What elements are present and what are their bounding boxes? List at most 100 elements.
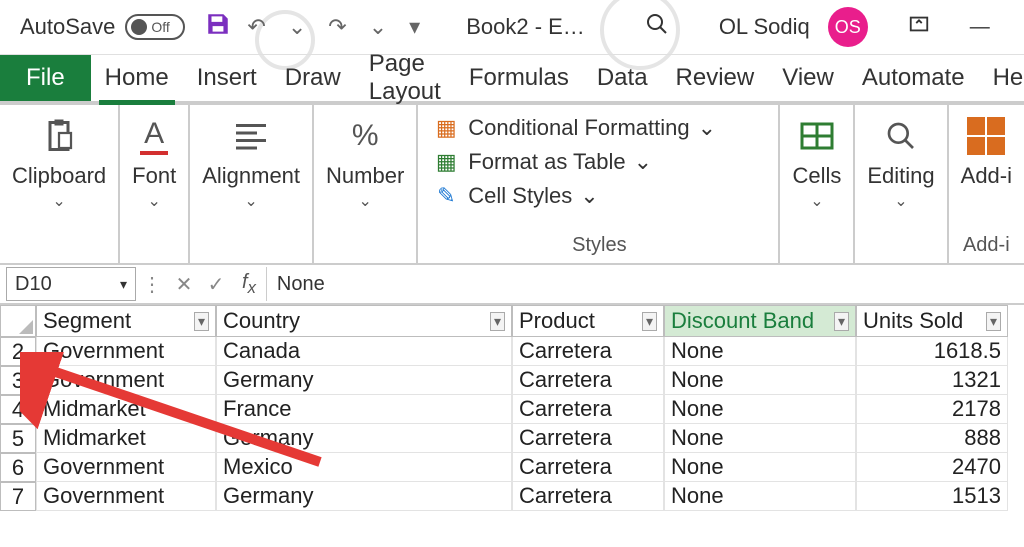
cell-styles-button[interactable]: ✎ Cell Styles ⌄ [432, 183, 598, 209]
font-icon: A [140, 115, 168, 157]
cell[interactable]: Carretera [512, 337, 664, 366]
cell[interactable]: Carretera [512, 395, 664, 424]
cell[interactable]: 2178 [856, 395, 1008, 424]
chevron-down-icon: ⌄ [358, 191, 371, 211]
search-icon[interactable] [645, 12, 669, 43]
cell[interactable]: Midmarket [36, 424, 216, 453]
save-icon[interactable] [205, 11, 231, 44]
group-number[interactable]: % Number ⌄ [314, 105, 418, 263]
tab-home[interactable]: Home [91, 55, 183, 101]
cell[interactable]: 888 [856, 424, 1008, 453]
number-icon: % [352, 115, 379, 157]
cell[interactable]: Carretera [512, 366, 664, 395]
row-header[interactable]: 7 [0, 482, 36, 511]
col-header-segment[interactable]: Segment▾ [36, 305, 216, 337]
hdr-label: Units Sold [863, 308, 963, 334]
ribbon-display-icon[interactable] [908, 13, 930, 41]
tab-formulas[interactable]: Formulas [455, 55, 583, 101]
row-header[interactable]: 6 [0, 453, 36, 482]
select-all-button[interactable] [0, 305, 36, 337]
cell[interactable]: None [664, 366, 856, 395]
more-icon[interactable]: ⋮ [136, 272, 168, 297]
tab-help[interactable]: Help [979, 55, 1024, 101]
cell[interactable]: 1321 [856, 366, 1008, 395]
col-header-units-sold[interactable]: Units Sold ▾ [856, 305, 1008, 337]
autosave-label: AutoSave Off [20, 14, 185, 40]
group-clipboard[interactable]: Clipboard ⌄ [0, 105, 120, 263]
filter-icon[interactable]: ▾ [194, 312, 209, 331]
undo-icon[interactable]: ↶ [247, 14, 265, 40]
minimize-icon[interactable]: — [970, 16, 990, 39]
group-font[interactable]: A Font ⌄ [120, 105, 190, 263]
tab-insert[interactable]: Insert [183, 55, 271, 101]
filter-icon[interactable]: ▾ [986, 312, 1001, 331]
cell[interactable]: France [216, 395, 512, 424]
tab-draw[interactable]: Draw [271, 55, 355, 101]
col-header-country[interactable]: Country▾ [216, 305, 512, 337]
cell[interactable]: Carretera [512, 424, 664, 453]
cell[interactable]: Government [36, 453, 216, 482]
qat-more-icon[interactable]: ▾ [409, 14, 420, 40]
cell[interactable]: Midmarket [36, 395, 216, 424]
user-name[interactable]: OL Sodiq [719, 14, 810, 40]
row-header[interactable]: 2 [0, 337, 36, 366]
tab-file[interactable]: File [0, 55, 91, 101]
cell[interactable]: Government [36, 366, 216, 395]
redo-dropdown-icon[interactable]: ⌄ [369, 14, 387, 40]
fx-icon[interactable]: fx [232, 271, 266, 298]
tab-view[interactable]: View [768, 55, 848, 101]
col-header-discount-band[interactable]: Discount Band▾ [664, 305, 856, 337]
number-label: Number [326, 163, 404, 189]
cell[interactable]: Germany [216, 366, 512, 395]
cell[interactable]: None [664, 453, 856, 482]
cell[interactable]: None [664, 395, 856, 424]
group-cells[interactable]: Cells ⌄ [780, 105, 855, 263]
cell[interactable]: Government [36, 482, 216, 511]
redo-icon[interactable]: ↷ [328, 14, 346, 40]
cell[interactable]: 1618.5 [856, 337, 1008, 366]
ribbon: Clipboard ⌄ A Font ⌄ Alignment ⌄ % Numbe… [0, 105, 1024, 265]
row-header[interactable]: 5 [0, 424, 36, 453]
tab-review[interactable]: Review [662, 55, 769, 101]
conditional-formatting-button[interactable]: ▦ Conditional Formatting ⌄ [432, 115, 716, 141]
row-header[interactable]: 3 [0, 366, 36, 395]
tab-page-layout[interactable]: Page Layout [355, 55, 455, 101]
namebox-value: D10 [15, 273, 52, 296]
filter-icon[interactable]: ▾ [490, 312, 505, 331]
cell[interactable]: Germany [216, 482, 512, 511]
row-header[interactable]: 4 [0, 395, 36, 424]
cf-label: Conditional Formatting [468, 115, 689, 141]
cell[interactable]: 1513 [856, 482, 1008, 511]
group-addins[interactable]: Add-i Add-i [949, 105, 1024, 263]
autosave-toggle[interactable]: Off [125, 14, 185, 40]
filter-icon[interactable]: ▾ [642, 312, 657, 331]
col-header-product[interactable]: Product▾ [512, 305, 664, 337]
cancel-icon[interactable]: ✕ [168, 272, 200, 297]
fat-label: Format as Table [468, 149, 625, 175]
cell[interactable]: Germany [216, 424, 512, 453]
undo-dropdown-icon[interactable]: ⌄ [288, 14, 306, 40]
cell[interactable]: None [664, 482, 856, 511]
group-editing[interactable]: Editing ⌄ [855, 105, 948, 263]
group-alignment[interactable]: Alignment ⌄ [190, 105, 314, 263]
formula-input[interactable]: None [266, 267, 1024, 301]
toggle-knob [131, 19, 147, 35]
filter-icon[interactable]: ▾ [834, 312, 849, 331]
avatar[interactable]: OS [828, 7, 868, 47]
tab-automate[interactable]: Automate [848, 55, 979, 101]
cell[interactable]: Mexico [216, 453, 512, 482]
cell[interactable]: Government [36, 337, 216, 366]
toggle-off-text: Off [151, 19, 169, 35]
cell[interactable]: None [664, 337, 856, 366]
clipboard-icon [41, 115, 77, 157]
tab-data[interactable]: Data [583, 55, 662, 101]
name-box[interactable]: D10 ▾ [6, 267, 136, 301]
cell[interactable]: Canada [216, 337, 512, 366]
cell[interactable]: Carretera [512, 482, 664, 511]
cell[interactable]: Carretera [512, 453, 664, 482]
clipboard-label: Clipboard [12, 163, 106, 189]
enter-icon[interactable]: ✓ [200, 272, 232, 297]
format-as-table-button[interactable]: ▦ Format as Table ⌄ [432, 149, 652, 175]
cell[interactable]: None [664, 424, 856, 453]
cell[interactable]: 2470 [856, 453, 1008, 482]
